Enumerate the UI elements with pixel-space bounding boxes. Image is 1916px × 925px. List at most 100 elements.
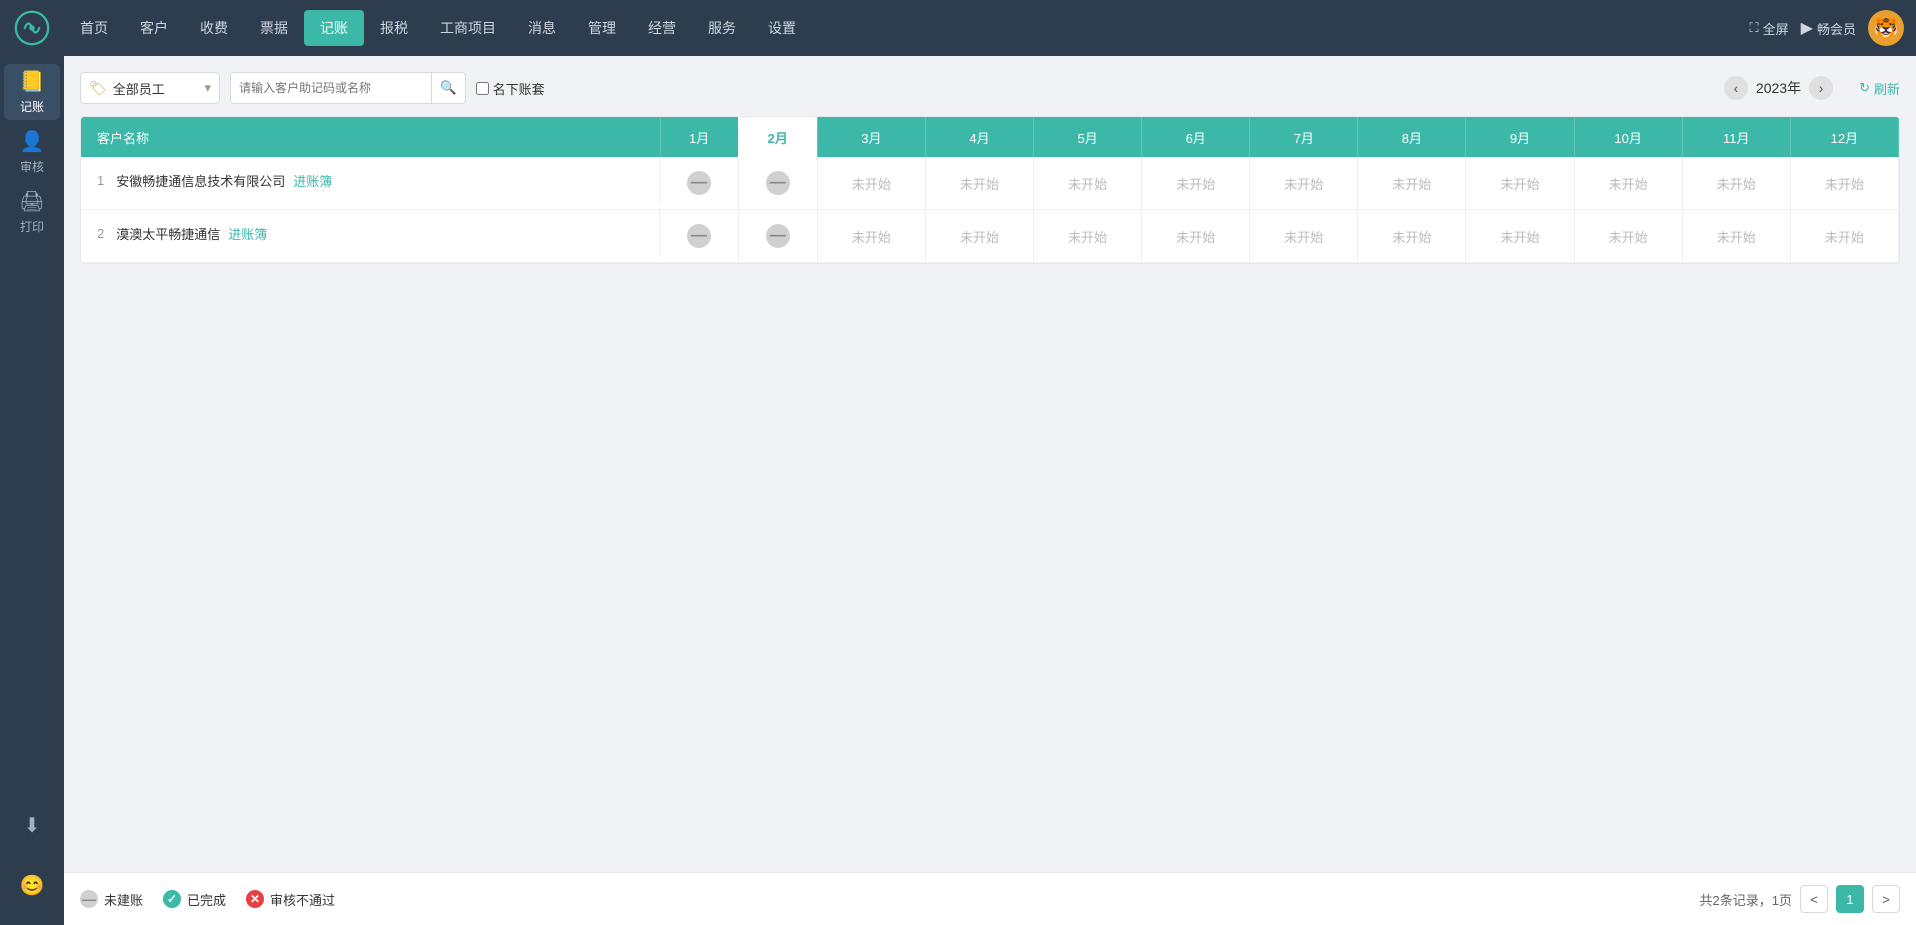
fullscreen-label: 全屏 — [1763, 19, 1789, 38]
cell-month-4: 未开始 — [925, 157, 1033, 210]
nav-item-经营[interactable]: 经营 — [632, 0, 692, 56]
x-icon: ✕ — [250, 892, 260, 906]
col-month-5: 5月 — [1034, 117, 1142, 157]
nav-item-票据[interactable]: 票据 — [244, 0, 304, 56]
refresh-button[interactable]: ↻ 刷新 — [1859, 79, 1900, 98]
status-not-started: 未开始 — [1284, 230, 1323, 245]
status-dash-icon: — — [766, 224, 790, 248]
search-button[interactable]: 🔍 — [431, 73, 465, 103]
nav-item-客户[interactable]: 客户 — [124, 0, 184, 56]
footer-right: 共2条记录，1页 < 1 > — [1700, 885, 1900, 913]
legend-dot-grey: — — [80, 890, 98, 908]
prev-arrow-icon: < — [1810, 892, 1818, 907]
status-not-started: 未开始 — [1825, 230, 1864, 245]
nav-item-记账[interactable]: 记账 — [304, 10, 364, 46]
nav-item-设置[interactable]: 设置 — [752, 0, 812, 56]
sidebar-item-label-accounting: 记账 — [20, 98, 44, 115]
status-not-started: 未开始 — [1392, 177, 1431, 192]
nav-item-管理[interactable]: 管理 — [572, 0, 632, 56]
col-month-2: 2月 — [738, 117, 817, 157]
status-not-started: 未开始 — [1501, 230, 1540, 245]
legend-completed: ✓ 已完成 — [163, 890, 226, 909]
cell-month-5: 未开始 — [1034, 157, 1142, 210]
status-not-started: 未开始 — [1068, 230, 1107, 245]
status-not-started: 未开始 — [1609, 230, 1648, 245]
legend-dot-red: ✕ — [246, 890, 264, 908]
cell-month-2: — — [738, 210, 817, 263]
prev-year-button[interactable]: ‹ — [1724, 76, 1748, 100]
user-icon: 😊 — [20, 873, 45, 898]
search-icon: 🔍 — [440, 80, 457, 96]
prev-page-button[interactable]: < — [1800, 885, 1828, 913]
logo[interactable] — [0, 0, 64, 56]
audit-icon: 👤 — [20, 129, 45, 154]
cell-month-7: 未开始 — [1250, 157, 1358, 210]
sidebar-item-label-audit: 审核 — [20, 158, 44, 175]
table-header-row: 客户名称 1月 2月 3月 4月 5月 6月 7月 8月 — [81, 117, 1899, 157]
page-number: 1 — [1846, 892, 1853, 907]
status-dash-icon: — — [766, 171, 790, 195]
next-year-button[interactable]: › — [1809, 76, 1833, 100]
status-not-started: 未开始 — [1392, 230, 1431, 245]
checkbox-text: 名下账套 — [493, 79, 545, 98]
nav-item-首页[interactable]: 首页 — [64, 0, 124, 56]
avatar[interactable]: 🐯 — [1868, 10, 1904, 46]
nav-right: ⛶ 全屏 ▶ 畅会员 🐯 — [1750, 10, 1916, 46]
sidebar-item-print[interactable]: 🖨 打印 — [4, 184, 60, 240]
table-row: 2漠澳太平畅捷通信进账簿——未开始未开始未开始未开始未开始未开始未开始未开始未开… — [81, 210, 1899, 263]
checkbox-label[interactable]: 名下账套 — [476, 79, 545, 98]
legend-label-completed: 已完成 — [187, 890, 226, 909]
cell-month-1: — — [660, 210, 738, 263]
employee-select[interactable]: 🏷 全部员工 ▾ — [80, 72, 220, 104]
cell-month-4: 未开始 — [925, 210, 1033, 263]
nav-item-消息[interactable]: 消息 — [512, 0, 572, 56]
main-content: 🏷 全部员工 ▾ 🔍 名下账套 ‹ 2023年 › ↻ 刷新 — [64, 56, 1916, 925]
client-name: 安徽畅捷通信息技术有限公司 — [116, 171, 285, 190]
legend-label-not-built: 未建账 — [104, 890, 143, 909]
dash-icon: — — [82, 891, 96, 907]
search-input[interactable] — [231, 73, 431, 103]
check-icon: ✓ — [167, 892, 177, 906]
cell-month-7: 未开始 — [1250, 210, 1358, 263]
under-account-checkbox[interactable] — [476, 82, 489, 95]
status-not-started: 未开始 — [1176, 230, 1215, 245]
legend-dot-teal: ✓ — [163, 890, 181, 908]
cell-month-9: 未开始 — [1466, 157, 1574, 210]
search-wrap: 🔍 — [230, 72, 466, 104]
sidebar-item-download[interactable]: ⬇ — [4, 797, 60, 853]
cell-month-12: 未开始 — [1790, 210, 1898, 263]
sidebar-item-user[interactable]: 😊 — [4, 857, 60, 913]
nav-item-服务[interactable]: 服务 — [692, 0, 752, 56]
member-button[interactable]: ▶ 畅会员 — [1801, 18, 1856, 38]
page-1-button[interactable]: 1 — [1836, 885, 1864, 913]
nav-item-工商项目[interactable]: 工商项目 — [424, 0, 512, 56]
table-body: 1安徽畅捷通信息技术有限公司进账簿——未开始未开始未开始未开始未开始未开始未开始… — [81, 157, 1899, 263]
next-page-button[interactable]: > — [1872, 885, 1900, 913]
status-not-started: 未开始 — [1501, 177, 1540, 192]
cell-month-3: 未开始 — [817, 157, 925, 210]
legend-rejected: ✕ 审核不通过 — [246, 890, 335, 909]
sidebar-item-audit[interactable]: 👤 审核 — [4, 124, 60, 180]
nav-item-报税[interactable]: 报税 — [364, 0, 424, 56]
col-client-name: 客户名称 — [81, 117, 660, 157]
col-month-10: 10月 — [1574, 117, 1682, 157]
fullscreen-icon: ⛶ — [1750, 20, 1759, 36]
dropdown-arrow-icon: ▾ — [204, 80, 211, 96]
accounting-icon: 📒 — [20, 69, 45, 94]
enter-link[interactable]: 进账簿 — [228, 224, 267, 243]
nav-item-收费[interactable]: 收费 — [184, 0, 244, 56]
fullscreen-button[interactable]: ⛶ 全屏 — [1750, 19, 1789, 38]
status-not-started: 未开始 — [1609, 177, 1648, 192]
current-month-circle: 2月 — [762, 121, 794, 153]
sidebar-item-label-print: 打印 — [20, 218, 44, 235]
enter-link[interactable]: 进账簿 — [293, 171, 332, 190]
col-month-8: 8月 — [1358, 117, 1466, 157]
status-not-started: 未开始 — [1284, 177, 1323, 192]
col-month-1: 1月 — [660, 117, 738, 157]
cell-month-1: — — [660, 157, 738, 210]
cell-month-6: 未开始 — [1142, 157, 1250, 210]
legend-not-built: — 未建账 — [80, 890, 143, 909]
nav-items: 首页客户收费票据记账报税工商项目消息管理经营服务设置 — [64, 0, 1750, 56]
sidebar-item-accounting[interactable]: 📒 记账 — [4, 64, 60, 120]
col-month-4: 4月 — [925, 117, 1033, 157]
